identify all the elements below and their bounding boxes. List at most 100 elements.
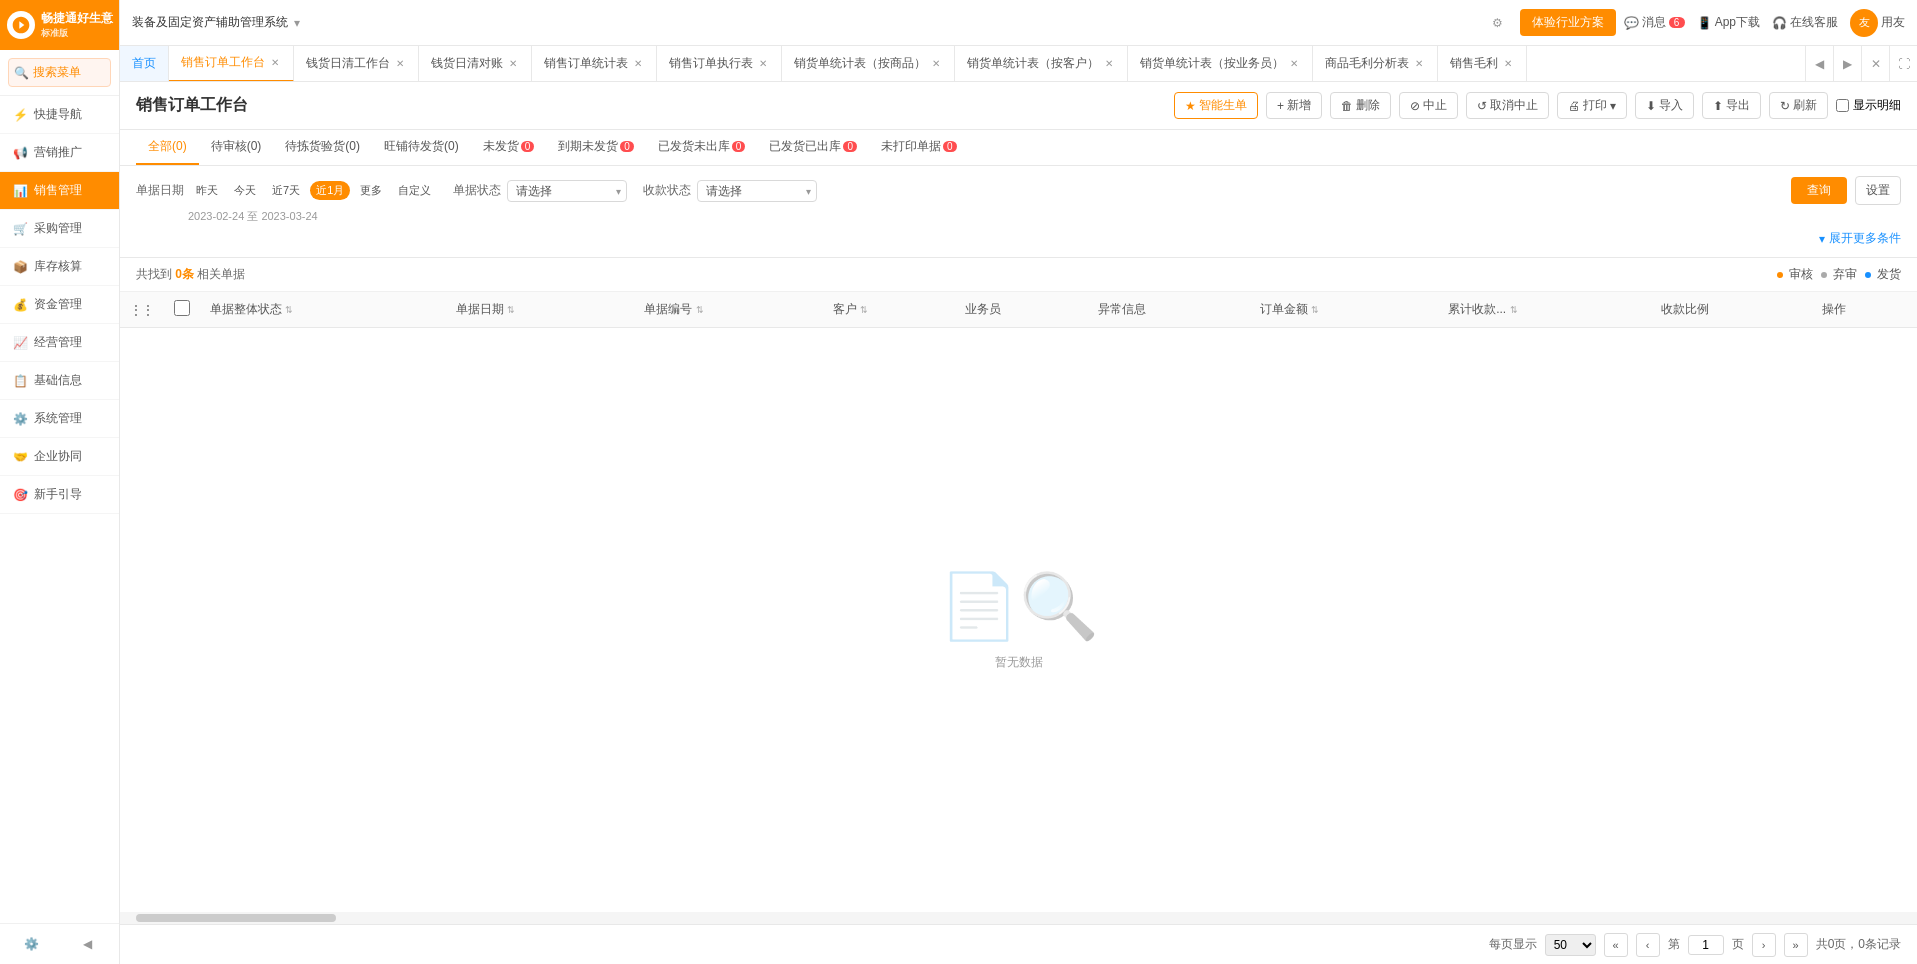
data-table: ⋮⋮ 单据整体状态 ⇅ 单据日期 ⇅ 单据编号 ⇅ <box>120 292 1917 328</box>
sidebar-item-inventory[interactable]: 📦 库存核算 <box>0 248 119 286</box>
sidebar-item-operations[interactable]: 📈 经营管理 <box>0 324 119 362</box>
show-detail-checkbox[interactable] <box>1836 99 1849 112</box>
message-btn[interactable]: 💬 消息 6 <box>1624 14 1685 31</box>
export-btn[interactable]: ⬆ 导出 <box>1702 92 1761 119</box>
filter-date-range: 2023-02-24 至 2023-03-24 <box>188 209 318 224</box>
smart-create-btn[interactable]: ★ 智能生单 <box>1174 92 1258 119</box>
sort-number-icon: ⇅ <box>696 305 704 315</box>
sub-tab-pending-review[interactable]: 待审核(0) <box>199 130 274 165</box>
sub-tab-all[interactable]: 全部(0) <box>136 130 199 165</box>
sub-tab-shipped-not-out[interactable]: 已发货未出库0 <box>646 130 758 165</box>
table-action-btns: 审核 弃审 发货 <box>1777 266 1901 283</box>
system-icon: ⚙️ <box>12 411 28 427</box>
app-download-btn[interactable]: 📱 App下载 <box>1697 14 1760 31</box>
tab-sales-stat[interactable]: 销售订单统计表 ✕ <box>532 46 657 82</box>
sub-tab-wangpu[interactable]: 旺铺待发货(0) <box>372 130 471 165</box>
tab-home[interactable]: 首页 <box>120 46 169 82</box>
delete-btn[interactable]: 🗑 删除 <box>1330 92 1391 119</box>
tab-fullscreen-btn[interactable]: ⛶ <box>1889 46 1917 82</box>
ship-btn[interactable]: 发货 <box>1865 266 1901 283</box>
tab-close-sales-customer[interactable]: ✕ <box>1103 57 1115 70</box>
tab-sales-workbench[interactable]: 销售订单工作台 ✕ <box>169 46 294 82</box>
tab-close-gross-margin[interactable]: ✕ <box>1413 57 1425 70</box>
tab-close-sales-stat[interactable]: ✕ <box>632 57 644 70</box>
col-checkbox <box>164 292 200 328</box>
cancel-stop-btn[interactable]: ↺ 取消中止 <box>1466 92 1549 119</box>
topbar-gear-btn[interactable]: ⚙ <box>1484 9 1512 37</box>
online-service-btn[interactable]: 🎧 在线客服 <box>1772 14 1838 31</box>
sidebar-item-guide[interactable]: 🎯 新手引导 <box>0 476 119 514</box>
tab-sales-customer[interactable]: 销货单统计表（按客户） ✕ <box>955 46 1128 82</box>
settings-btn[interactable]: 设置 <box>1855 176 1901 205</box>
date-btn-yesterday[interactable]: 昨天 <box>190 181 224 200</box>
status-select[interactable]: 请选择 <box>507 180 627 202</box>
import-btn[interactable]: ⬇ 导入 <box>1635 92 1694 119</box>
tab-sales-more[interactable]: 销售毛利 ✕ <box>1438 46 1527 82</box>
review-btn[interactable]: 审核 <box>1777 266 1813 283</box>
date-btn-more[interactable]: 更多 <box>354 181 388 200</box>
sidebar-item-purchase[interactable]: 🛒 采购管理 <box>0 210 119 248</box>
pay-status-select[interactable]: 请选择 <box>697 180 817 202</box>
tab-close-sales-staff[interactable]: ✕ <box>1288 57 1300 70</box>
horizontal-scrollbar[interactable] <box>120 912 1917 924</box>
sidebar-collapse-btn[interactable]: ◀ <box>64 932 112 956</box>
user-btn[interactable]: 友 用友 <box>1850 9 1905 37</box>
tab-scroll-right-btn[interactable]: ▶ <box>1833 46 1861 82</box>
print-btn[interactable]: 🖨 打印 ▾ <box>1557 92 1627 119</box>
tab-close-sales-exec[interactable]: ✕ <box>757 57 769 70</box>
tab-sales-staff[interactable]: 销货单统计表（按业务员） ✕ <box>1128 46 1313 82</box>
page-first-btn[interactable]: « <box>1604 933 1628 957</box>
page-input[interactable] <box>1688 935 1724 955</box>
tab-close-sales-workbench[interactable]: ✕ <box>269 56 281 69</box>
query-btn[interactable]: 查询 <box>1791 177 1847 204</box>
tab-close-all-btn[interactable]: ✕ <box>1861 46 1889 82</box>
select-all-checkbox[interactable] <box>174 300 190 316</box>
not-shipped-badge: 0 <box>521 141 535 152</box>
sidebar-item-quick[interactable]: ⚡ 快捷导航 <box>0 96 119 134</box>
scroll-thumb[interactable] <box>136 914 336 922</box>
un-review-btn[interactable]: 弃审 <box>1821 266 1857 283</box>
tab-sales-exec[interactable]: 销售订单执行表 ✕ <box>657 46 782 82</box>
expand-conditions-btn[interactable]: ▾ 展开更多条件 <box>1819 230 1901 247</box>
industry-plan-btn[interactable]: 体验行业方案 <box>1520 9 1616 36</box>
star-icon: ★ <box>1185 99 1196 113</box>
refresh-btn[interactable]: ↻ 刷新 <box>1769 92 1828 119</box>
tab-cash-reconcile[interactable]: 钱货日清对账 ✕ <box>419 46 532 82</box>
sidebar-item-basic[interactable]: 📋 基础信息 <box>0 362 119 400</box>
stop-btn[interactable]: ⊘ 中止 <box>1399 92 1458 119</box>
sidebar-item-enterprise[interactable]: 🤝 企业协同 <box>0 438 119 476</box>
tab-gross-margin[interactable]: 商品毛利分析表 ✕ <box>1313 46 1438 82</box>
sub-tab-not-printed[interactable]: 未打印单据0 <box>869 130 969 165</box>
table-header-row: ⋮⋮ 单据整体状态 ⇅ 单据日期 ⇅ 单据编号 ⇅ <box>120 292 1917 328</box>
date-btn-1month[interactable]: 近1月 <box>310 181 350 200</box>
sub-tab-overdue[interactable]: 到期未发货0 <box>546 130 646 165</box>
sub-tab-not-shipped[interactable]: 未发货0 <box>471 130 547 165</box>
date-btn-today[interactable]: 今天 <box>228 181 262 200</box>
date-btn-7days[interactable]: 近7天 <box>266 181 306 200</box>
sub-tabs: 全部(0) 待审核(0) 待拣货验货(0) 旺铺待发货(0) 未发货0 到期未发… <box>120 130 1917 166</box>
tab-sales-product[interactable]: 销货单统计表（按商品） ✕ <box>782 46 955 82</box>
tab-close-sales-product[interactable]: ✕ <box>930 57 942 70</box>
filter-status-item: 单据状态 请选择 <box>453 180 627 202</box>
page-last-btn[interactable]: » <box>1784 933 1808 957</box>
sub-tab-pending-check[interactable]: 待拣货验货(0) <box>273 130 372 165</box>
sidebar-item-finance[interactable]: 💰 资金管理 <box>0 286 119 324</box>
print-icon: 🖨 <box>1568 99 1580 113</box>
tab-close-sales-more[interactable]: ✕ <box>1502 57 1514 70</box>
date-filter-label: 单据日期 <box>136 182 184 199</box>
sub-tab-shipped-out[interactable]: 已发货已出库0 <box>757 130 869 165</box>
page-size-select[interactable]: 50 10 20 100 <box>1545 934 1596 956</box>
search-menu-btn[interactable]: 🔍 搜索菜单 <box>8 58 111 87</box>
tab-close-cash-daily[interactable]: ✕ <box>394 57 406 70</box>
sidebar-item-system[interactable]: ⚙️ 系统管理 <box>0 400 119 438</box>
page-next-btn[interactable]: › <box>1752 933 1776 957</box>
sidebar-item-marketing[interactable]: 📢 营销推广 <box>0 134 119 172</box>
sidebar-item-sales[interactable]: 📊 销售管理 <box>0 172 119 210</box>
tab-scroll-left-btn[interactable]: ◀ <box>1805 46 1833 82</box>
page-prev-btn[interactable]: ‹ <box>1636 933 1660 957</box>
tab-cash-daily[interactable]: 钱货日清工作台 ✕ <box>294 46 419 82</box>
tab-close-cash-reconcile[interactable]: ✕ <box>507 57 519 70</box>
sidebar-settings-btn[interactable]: ⚙️ <box>8 932 56 956</box>
date-btn-custom[interactable]: 自定义 <box>392 181 437 200</box>
add-btn[interactable]: + 新增 <box>1266 92 1322 119</box>
